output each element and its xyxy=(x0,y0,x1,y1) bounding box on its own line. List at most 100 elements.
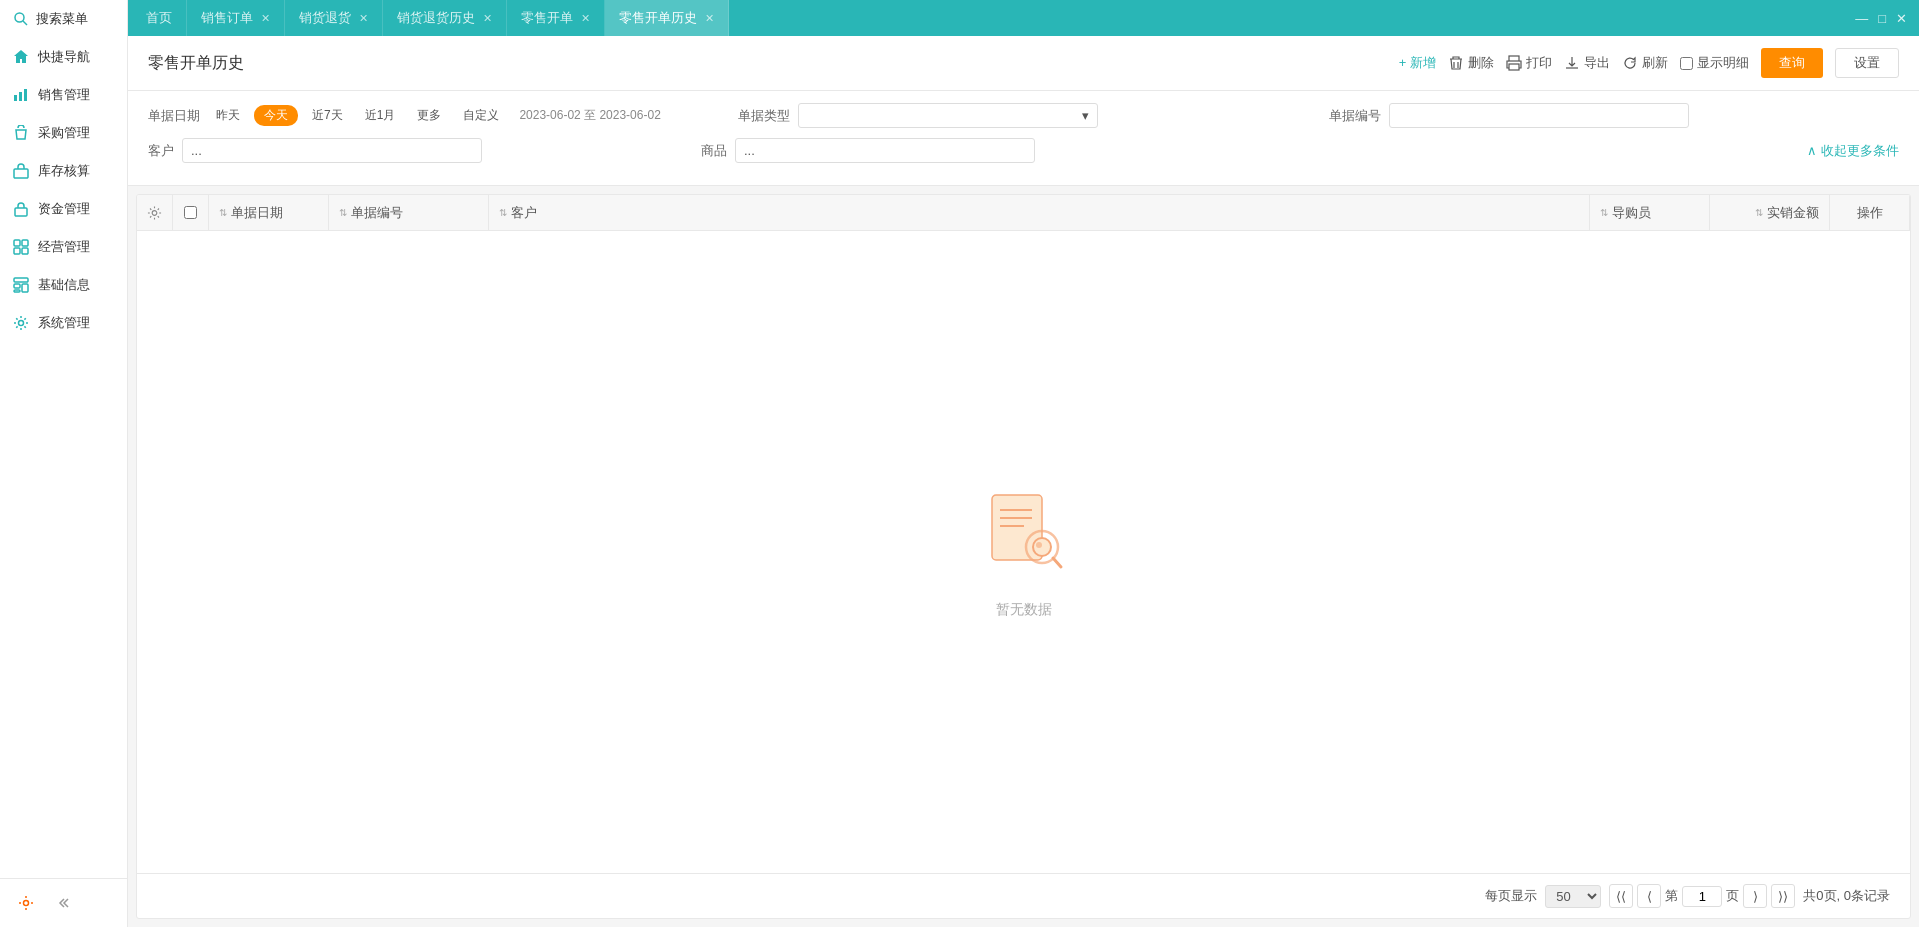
svg-rect-2 xyxy=(14,95,17,101)
filter-no: 单据编号 xyxy=(1329,103,1899,128)
delete-button[interactable]: 删除 xyxy=(1448,54,1494,72)
tab-sales-return-history[interactable]: 销货退货历史 ✕ xyxy=(383,0,507,36)
page-title: 零售开单历史 xyxy=(148,53,244,74)
sidebar-item-finance[interactable]: 资金管理 xyxy=(0,190,127,228)
tab-retail-history[interactable]: 零售开单历史 ✕ xyxy=(605,0,729,36)
search-icon xyxy=(12,10,30,28)
total-info: 共0页, 0条记录 xyxy=(1803,887,1890,905)
filter-type: 单据类型 ▾ xyxy=(738,103,1308,128)
sidebar-item-basic-info[interactable]: 基础信息 xyxy=(0,266,127,304)
page-header: 零售开单历史 + 新增 删除 打印 导出 xyxy=(128,36,1919,91)
page-size-select[interactable]: 50 20 100 xyxy=(1545,885,1601,908)
next-page-btn[interactable]: ⟩ xyxy=(1743,884,1767,908)
window-controls: — □ ✕ xyxy=(1855,11,1915,26)
date-btn-yesterday[interactable]: 昨天 xyxy=(208,105,248,126)
sidebar-search[interactable]: 搜索菜单 xyxy=(0,0,127,38)
svg-rect-4 xyxy=(24,89,27,101)
box-icon xyxy=(12,162,30,180)
operations-icon xyxy=(12,238,30,256)
sidebar-item-purchase-mgmt[interactable]: 采购管理 xyxy=(0,114,127,152)
page-input[interactable] xyxy=(1682,886,1722,907)
svg-point-27 xyxy=(1036,542,1042,548)
minimize-btn[interactable]: — xyxy=(1855,11,1868,26)
sidebar-item-label: 销售管理 xyxy=(38,86,90,104)
bag-icon xyxy=(12,124,30,142)
svg-rect-14 xyxy=(22,284,28,292)
type-select[interactable]: ▾ xyxy=(798,103,1098,128)
goods-label: 商品 xyxy=(701,142,727,160)
th-settings[interactable] xyxy=(137,195,173,230)
page-size-label: 每页显示 xyxy=(1485,887,1537,905)
prev-page-btn[interactable]: ⟨ xyxy=(1637,884,1661,908)
main-area: 首页 销售订单 ✕ 销货退货 ✕ 销货退货历史 ✕ 零售开单 ✕ 零售开单历史 … xyxy=(128,0,1919,927)
th-customer[interactable]: ⇅ 客户 xyxy=(489,195,1590,230)
tab-retail-open[interactable]: 零售开单 ✕ xyxy=(507,0,605,36)
date-btn-1month[interactable]: 近1月 xyxy=(357,105,404,126)
sidebar-item-operations[interactable]: 经营管理 xyxy=(0,228,127,266)
empty-icon xyxy=(974,485,1074,585)
sidebar: 搜索菜单 快捷导航 销售管理 采购管理 库存核算 资金管理 经营 xyxy=(0,0,128,927)
date-range-display: 2023-06-02 至 2023-06-02 xyxy=(519,107,660,124)
export-button[interactable]: 导出 xyxy=(1564,54,1610,72)
close-btn[interactable]: ✕ xyxy=(1896,11,1907,26)
svg-rect-7 xyxy=(14,240,20,246)
query-button[interactable]: 查询 xyxy=(1761,48,1823,78)
sidebar-item-label: 采购管理 xyxy=(38,124,90,142)
add-button[interactable]: + 新增 xyxy=(1399,54,1436,72)
th-no[interactable]: ⇅ 单据编号 xyxy=(329,195,489,230)
setting-button[interactable]: 设置 xyxy=(1835,48,1899,78)
empty-text: 暂无数据 xyxy=(996,601,1052,619)
filter-date: 单据日期 昨天 今天 近7天 近1月 更多 自定义 2023-06-02 至 2… xyxy=(148,105,718,126)
no-input[interactable] xyxy=(1389,103,1689,128)
tab-sales-return[interactable]: 销货退货 ✕ xyxy=(285,0,383,36)
sidebar-item-system[interactable]: 系统管理 xyxy=(0,304,127,342)
filter-row-1: 单据日期 昨天 今天 近7天 近1月 更多 自定义 2023-06-02 至 2… xyxy=(148,103,1899,128)
lock-icon xyxy=(12,200,30,218)
display-detail-toggle[interactable]: 显示明细 xyxy=(1680,54,1749,72)
tab-close-sales-order[interactable]: ✕ xyxy=(261,12,270,25)
svg-rect-6 xyxy=(15,208,27,216)
svg-point-25 xyxy=(1033,538,1051,556)
collapse-sidebar-btn[interactable] xyxy=(48,889,76,917)
sidebar-item-sales-mgmt[interactable]: 销售管理 xyxy=(0,76,127,114)
last-page-btn[interactable]: ⟩⟩ xyxy=(1771,884,1795,908)
tab-close-retail-open[interactable]: ✕ xyxy=(581,12,590,25)
tab-sales-order[interactable]: 销售订单 ✕ xyxy=(187,0,285,36)
collapse-filter-btn[interactable]: ∧ 收起更多条件 xyxy=(1807,142,1899,160)
filter-goods: 商品 ... xyxy=(701,138,1234,163)
tab-close-sales-return[interactable]: ✕ xyxy=(359,12,368,25)
th-checkbox[interactable] xyxy=(173,195,209,230)
system-icon xyxy=(12,314,30,332)
tab-home[interactable]: 首页 xyxy=(132,0,187,36)
filter-row-2: 客户 ... 商品 ... ∧ 收起更多条件 xyxy=(148,138,1899,163)
select-all-checkbox[interactable] xyxy=(184,206,197,219)
th-amount[interactable]: ⇅ 实销金额 xyxy=(1710,195,1830,230)
tab-bar: 首页 销售订单 ✕ 销货退货 ✕ 销货退货历史 ✕ 零售开单 ✕ 零售开单历史 … xyxy=(128,0,1919,36)
filter-area: 单据日期 昨天 今天 近7天 近1月 更多 自定义 2023-06-02 至 2… xyxy=(128,91,1919,186)
tab-close-sales-return-history[interactable]: ✕ xyxy=(483,12,492,25)
svg-point-19 xyxy=(152,210,157,215)
date-btn-today[interactable]: 今天 xyxy=(254,105,298,126)
svg-rect-12 xyxy=(14,284,20,288)
date-btn-custom[interactable]: 自定义 xyxy=(455,105,507,126)
svg-rect-17 xyxy=(1509,56,1519,61)
sidebar-item-label: 基础信息 xyxy=(38,276,90,294)
maximize-btn[interactable]: □ xyxy=(1878,11,1886,26)
th-date[interactable]: ⇅ 单据日期 xyxy=(209,195,329,230)
customer-select[interactable]: ... xyxy=(182,138,482,163)
refresh-button[interactable]: 刷新 xyxy=(1622,54,1668,72)
sidebar-item-quick-nav[interactable]: 快捷导航 xyxy=(0,38,127,76)
goods-select[interactable]: ... xyxy=(735,138,1035,163)
display-detail-checkbox[interactable] xyxy=(1680,57,1693,70)
date-btn-7days[interactable]: 近7天 xyxy=(304,105,351,126)
print-button[interactable]: 打印 xyxy=(1506,54,1552,72)
settings-bottom-btn[interactable] xyxy=(12,889,40,917)
sidebar-item-label: 快捷导航 xyxy=(38,48,90,66)
first-page-btn[interactable]: ⟨⟨ xyxy=(1609,884,1633,908)
svg-rect-5 xyxy=(14,169,28,178)
th-guide[interactable]: ⇅ 导购员 xyxy=(1590,195,1710,230)
date-btn-more[interactable]: 更多 xyxy=(409,105,449,126)
sidebar-item-inventory[interactable]: 库存核算 xyxy=(0,152,127,190)
tab-close-retail-history[interactable]: ✕ xyxy=(705,12,714,25)
svg-rect-10 xyxy=(22,248,28,254)
